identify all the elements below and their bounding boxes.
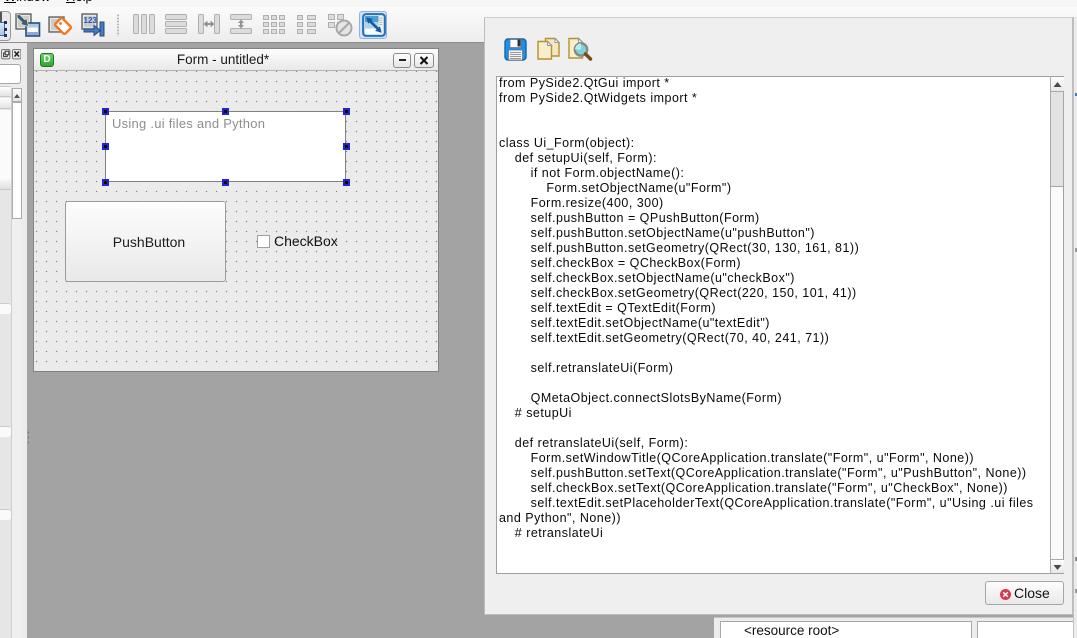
svg-text:123: 123 xyxy=(84,16,98,25)
